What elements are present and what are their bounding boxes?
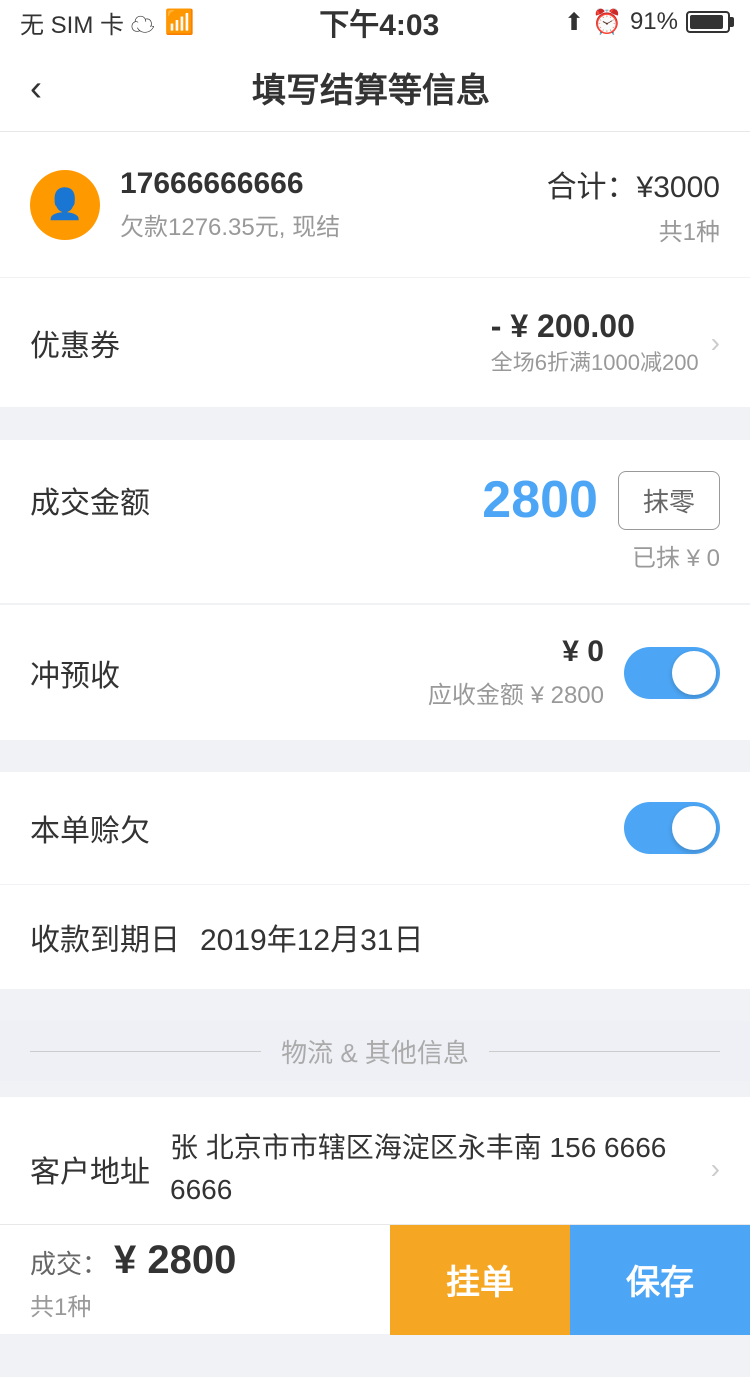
coupon-label: 优惠券 — [30, 321, 120, 365]
address-value: 张 北京市市辖区海淀区永丰南 156 6666 6666 — [170, 1127, 691, 1211]
divider-3 — [0, 1005, 750, 1021]
address-chevron-icon: › — [711, 1153, 720, 1185]
duedate-value: 2019年12月31日 — [200, 915, 423, 959]
footer-label: 成交： — [30, 1244, 108, 1281]
amount-sub: 已抹 ¥ 0 — [30, 538, 720, 573]
coupon-desc: 全场6折满1000减200 — [491, 345, 699, 377]
duedate-label: 收款到期日 — [30, 915, 180, 959]
prepay-amount: ¥ 0 — [562, 635, 604, 669]
amount-value: 2800 — [482, 470, 598, 530]
footer-amount: ¥ 2800 — [114, 1238, 236, 1283]
avatar: 👤 — [30, 170, 100, 240]
coupon-right: - ¥ 200.00 全场6折满1000减200 › — [491, 308, 720, 377]
customer-phone: 17666666666 — [120, 167, 340, 201]
footer: 成交： ¥ 2800 共1种 挂单 保存 — [0, 1224, 750, 1334]
prepay-toggle[interactable] — [624, 647, 720, 699]
duedate-section: 收款到期日 2019年12月31日 — [0, 884, 750, 989]
coupon-chevron-icon: › — [711, 327, 720, 359]
pending-button[interactable]: 挂单 — [390, 1225, 570, 1335]
total-amount: 合计：¥3000 — [547, 162, 720, 206]
divider-1 — [0, 424, 750, 440]
coupon-row[interactable]: 优惠券 - ¥ 200.00 全场6折满1000减200 › — [0, 278, 750, 408]
coupon-discount: - ¥ 200.00 — [491, 308, 699, 345]
customer-right: 合计：¥3000 共1种 — [547, 162, 720, 247]
address-section[interactable]: 客户地址 张 北京市市辖区海淀区永丰南 156 6666 6666 › — [0, 1097, 750, 1241]
debit-toggle-knob — [672, 806, 716, 850]
logistics-text: 物流 & 其他信息 — [261, 1033, 489, 1070]
divider-2 — [0, 756, 750, 772]
toggle-knob — [672, 651, 716, 695]
divider-4 — [0, 1081, 750, 1097]
status-time: 下午4:03 — [319, 0, 439, 44]
signal-text: 无 SIM 卡 ☁ — [20, 5, 155, 40]
alarm-icon: ⏰ — [592, 8, 622, 37]
nav-bar: ‹ 填写结算等信息 — [0, 44, 750, 132]
prepay-label: 冲预收 — [30, 651, 120, 695]
customer-left: 👤 17666666666 欠款1276.35元, 现结 — [30, 167, 340, 242]
logistics-divider: 物流 & 其他信息 — [0, 1021, 750, 1081]
battery-icon — [686, 11, 730, 33]
amount-label: 成交金额 — [30, 478, 150, 522]
address-label: 客户地址 — [30, 1147, 150, 1191]
customer-info: 17666666666 欠款1276.35元, 现结 — [120, 167, 340, 242]
customer-card: 👤 17666666666 欠款1276.35元, 现结 合计：¥3000 共1… — [0, 132, 750, 278]
prepay-right: ¥ 0 应收金额 ¥ 2800 — [428, 635, 604, 710]
debit-label: 本单赊欠 — [30, 806, 150, 850]
wifi-icon: 📶 — [165, 8, 195, 37]
total-count: 共1种 — [547, 212, 720, 247]
round-button[interactable]: 抹零 — [618, 471, 720, 530]
debit-toggle[interactable] — [624, 802, 720, 854]
status-bar: 无 SIM 卡 ☁ 📶 下午4:03 ⬆ ⏰ 91% — [0, 0, 750, 44]
footer-info: 成交： ¥ 2800 共1种 — [0, 1238, 390, 1322]
amount-right: 2800 抹零 — [482, 470, 720, 530]
location-icon: ⬆ — [564, 8, 584, 37]
save-button[interactable]: 保存 — [570, 1225, 750, 1335]
amount-row: 成交金额 2800 抹零 — [30, 470, 720, 530]
page-title: 填写结算等信息 — [62, 63, 680, 112]
status-left: 无 SIM 卡 ☁ 📶 — [20, 5, 195, 40]
footer-count: 共1种 — [30, 1287, 360, 1322]
customer-sub: 欠款1276.35元, 现结 — [120, 207, 340, 242]
back-button[interactable]: ‹ — [30, 67, 42, 109]
prepay-sub: 应收金额 ¥ 2800 — [428, 675, 604, 710]
status-right: ⬆ ⏰ 91% — [564, 8, 730, 37]
prepay-section: 冲预收 ¥ 0 应收金额 ¥ 2800 — [0, 604, 750, 740]
debit-section: 本单赊欠 — [0, 772, 750, 884]
amount-section: 成交金额 2800 抹零 已抹 ¥ 0 — [0, 440, 750, 604]
prepay-row: 冲预收 ¥ 0 应收金额 ¥ 2800 — [30, 635, 720, 710]
battery-percent: 91% — [630, 8, 678, 36]
